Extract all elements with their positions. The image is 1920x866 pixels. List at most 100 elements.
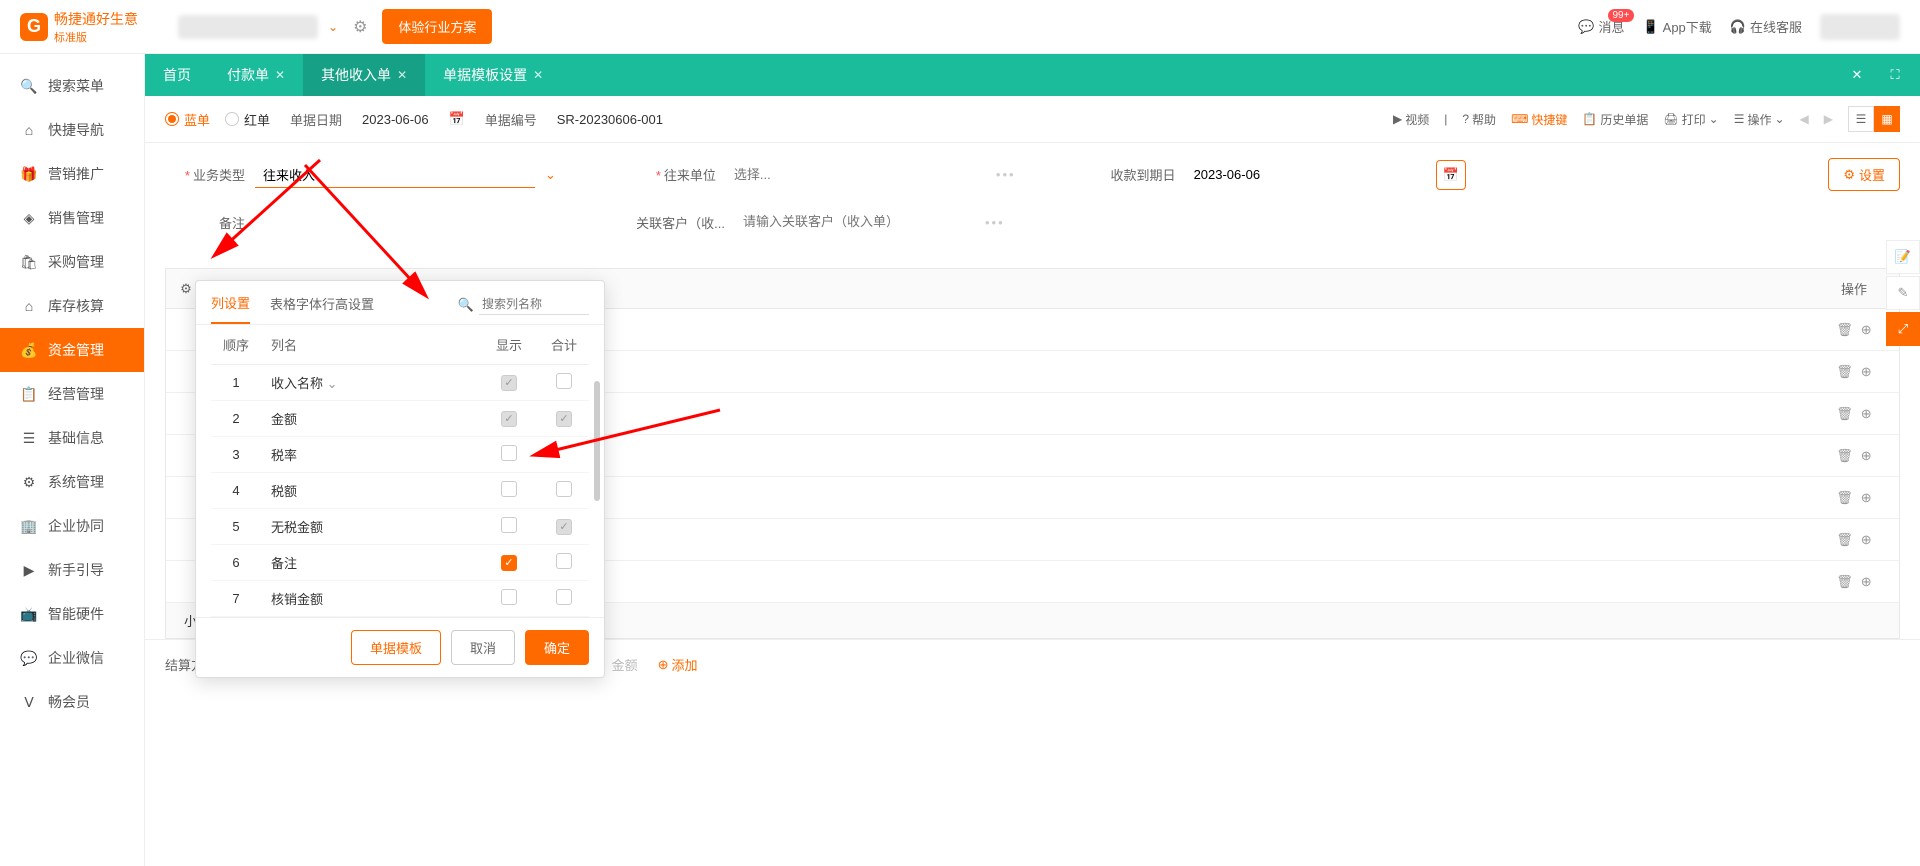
sidebar-label: 智能硬件 [48,604,104,624]
sidebar-item[interactable]: 🏢企业协同 [0,504,144,548]
close-icon[interactable]: ✕ [533,68,543,82]
add-row-icon[interactable]: ⊕ [1861,490,1872,506]
delete-icon[interactable]: 🗑 [1836,364,1853,380]
popup-search-input[interactable] [479,294,589,315]
more-icon[interactable]: ••• [996,167,1016,182]
sidebar-item[interactable]: ▶新手引导 [0,548,144,592]
shortcut-link[interactable]: ⌨快捷键 [1511,111,1567,128]
party-input[interactable] [726,162,986,188]
chevron-down-icon[interactable]: ⌄ [328,20,338,34]
add-row-icon[interactable]: ⊕ [1861,574,1872,590]
more-icon[interactable]: ••• [985,215,1005,230]
settings-button[interactable]: ⚙ 设置 [1828,158,1900,191]
sidebar-icon: ⌂ [20,121,38,139]
checkbox[interactable] [556,411,572,427]
add-row-icon[interactable]: ⊕ [1861,406,1872,422]
sidebar-item[interactable]: ◈销售管理 [0,196,144,240]
delete-icon[interactable]: 🗑 [1836,574,1853,590]
sidebar-item[interactable]: ⚙系统管理 [0,460,144,504]
messages-link[interactable]: 💬 消息 99+ [1578,17,1624,36]
close-icon[interactable]: ✕ [275,68,285,82]
chevron-down-icon[interactable]: ⌄ [545,167,556,183]
sidebar-item[interactable]: 🔍搜索菜单 [0,64,144,108]
checkbox[interactable] [501,375,517,391]
tab[interactable]: 首页 [145,54,209,96]
checkbox[interactable] [501,411,517,427]
close-tab-icon[interactable]: ✕ [1842,60,1872,90]
checkbox[interactable] [501,481,517,497]
confirm-button[interactable]: 确定 [525,630,589,665]
remark-input[interactable] [255,209,535,235]
add-settlement-button[interactable]: ⊕ 添加 [658,655,698,674]
red-receipt-radio[interactable]: 红单 [225,110,270,129]
checkbox[interactable] [501,555,517,571]
float-note-icon[interactable]: 📝 [1886,240,1920,274]
next-arrow-icon[interactable]: ▶ [1824,112,1833,126]
sidebar-item[interactable]: Ⅴ畅会员 [0,680,144,724]
sidebar-item[interactable]: ⌂库存核算 [0,284,144,328]
sidebar-item[interactable]: 🛍采购管理 [0,240,144,284]
add-row-icon[interactable]: ⊕ [1861,532,1872,548]
checkbox[interactable] [501,517,517,533]
delete-icon[interactable]: 🗑 [1836,490,1853,506]
checkbox[interactable] [556,589,572,605]
company-selector-blurred[interactable] [178,15,318,39]
sidebar-item[interactable]: ☰基础信息 [0,416,144,460]
video-link[interactable]: ▶视频 [1393,111,1429,128]
prev-arrow-icon[interactable]: ◀ [1800,112,1809,126]
close-icon[interactable]: ✕ [397,68,407,82]
try-industry-button[interactable]: 体验行业方案 [382,9,492,44]
history-link[interactable]: 📋历史单据 [1582,111,1648,128]
blue-receipt-radio[interactable]: 蓝单 [165,110,210,129]
view-grid-button[interactable]: ▦ [1874,106,1900,132]
app-download-link[interactable]: 📱 App下载 [1642,17,1711,36]
tab[interactable]: 付款单✕ [209,54,303,96]
sidebar-item[interactable]: 📋经营管理 [0,372,144,416]
float-expand-icon[interactable]: ⤢ [1886,312,1920,346]
delete-icon[interactable]: 🗑 [1836,448,1853,464]
checkbox[interactable] [556,553,572,569]
add-row-icon[interactable]: ⊕ [1861,448,1872,464]
checkbox[interactable] [501,445,517,461]
float-edit-icon[interactable]: ✎ [1886,276,1920,310]
checkbox[interactable] [556,481,572,497]
cancel-button[interactable]: 取消 [451,630,515,665]
sidebar-icon: Ⅴ [20,693,38,711]
checkbox[interactable] [556,373,572,389]
delete-icon[interactable]: 🗑 [1836,322,1853,338]
checkbox[interactable] [501,589,517,605]
view-list-button[interactable]: ☰ [1848,106,1874,132]
popup-tab-font[interactable]: 表格字体行高设置 [270,294,374,323]
help-link[interactable]: ?帮助 [1462,111,1496,128]
customer-input[interactable] [735,209,975,235]
checkbox[interactable] [556,519,572,535]
sidebar-item[interactable]: 🎁营销推广 [0,152,144,196]
popup-row: 6 备注 [211,545,589,581]
gear-icon[interactable]: ⚙ [353,17,367,37]
ops-link[interactable]: ☰操作⌄ [1734,111,1785,128]
tab[interactable]: 单据模板设置✕ [425,54,561,96]
add-row-icon[interactable]: ⊕ [1861,322,1872,338]
calendar-icon[interactable]: 📅 [1436,160,1466,190]
sidebar-item[interactable]: 📺智能硬件 [0,592,144,636]
popup-scrollbar[interactable] [594,381,600,501]
template-button[interactable]: 单据模板 [351,630,441,665]
biz-type-label: *业务类型 [165,165,245,184]
add-row-icon[interactable]: ⊕ [1861,364,1872,380]
user-avatar-blurred[interactable] [1820,14,1900,40]
due-date-input[interactable] [1186,162,1426,188]
expand-icon[interactable]: ⛶ [1880,60,1910,90]
print-link[interactable]: 🖨打印⌄ [1663,111,1718,128]
online-service-link[interactable]: 🎧 在线客服 [1730,17,1802,36]
delete-icon[interactable]: 🗑 [1836,532,1853,548]
biz-type-input[interactable] [255,162,535,188]
tab[interactable]: 其他收入单✕ [303,54,425,96]
delete-icon[interactable]: 🗑 [1836,406,1853,422]
sidebar-item[interactable]: 💬企业微信 [0,636,144,680]
sidebar-item[interactable]: ⌂快捷导航 [0,108,144,152]
sidebar-item[interactable]: 💰资金管理 [0,328,144,372]
column-header-remark[interactable]: 备注 [466,269,1809,308]
calendar-icon[interactable]: 📅 [449,111,465,127]
popup-tab-columns[interactable]: 列设置 [211,293,250,324]
code-value: SR-20230606-001 [557,112,663,127]
